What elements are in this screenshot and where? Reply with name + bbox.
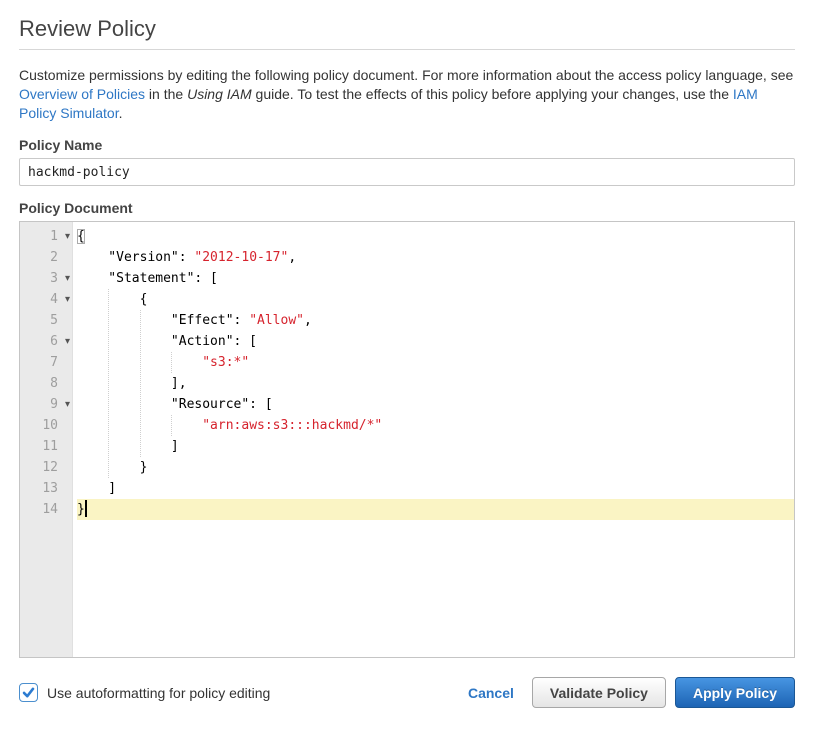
intro-text: Customize permissions by editing the fol… (19, 66, 795, 123)
fold-arrow-icon[interactable]: ▾ (65, 289, 70, 310)
editor-code-area[interactable]: { "Version": "2012-10-17", "Statement": … (73, 222, 794, 657)
policy-document-editor[interactable]: 1▾23▾4▾56▾789▾1011121314 { "Version": "2… (19, 221, 795, 658)
footer-bar: Use autoformatting for policy editing Ca… (19, 677, 795, 708)
code-line: "Effect": "Allow", (77, 310, 794, 331)
code-line: "Statement": [ (77, 268, 794, 289)
line-number: 14 (42, 502, 58, 517)
line-number: 5 (50, 313, 58, 328)
json-string-value: "arn:aws:s3:::hackmd/*" (202, 418, 382, 433)
fold-arrow-icon[interactable]: ▾ (65, 394, 70, 415)
code-line: { (77, 289, 794, 310)
action-buttons: Cancel Validate Policy Apply Policy (468, 677, 795, 708)
json-text (77, 418, 202, 433)
gutter-line-number: 13 (20, 478, 72, 499)
json-text: ] (77, 439, 179, 454)
json-string-value: "Allow" (249, 313, 304, 328)
editor-gutter: 1▾23▾4▾56▾789▾1011121314 (20, 222, 73, 657)
checkmark-icon (22, 686, 35, 699)
json-string-value: "s3:*" (202, 355, 249, 370)
validate-policy-button[interactable]: Validate Policy (532, 677, 666, 708)
overview-of-policies-link[interactable]: Overview of Policies (19, 86, 145, 102)
gutter-line-number: 7 (20, 352, 72, 373)
code-line: "Action": [ (77, 331, 794, 352)
code-line: ] (77, 478, 794, 499)
gutter-line-number: 8 (20, 373, 72, 394)
json-text: , (288, 250, 296, 265)
gutter-line-number: 4▾ (20, 289, 72, 310)
autoformat-checkbox[interactable] (19, 683, 38, 702)
gutter-line-number: 11 (20, 436, 72, 457)
policy-document-label: Policy Document (19, 200, 795, 216)
json-text: } (77, 460, 147, 475)
autoformat-option[interactable]: Use autoformatting for policy editing (19, 683, 270, 702)
gutter-line-number: 14 (20, 499, 72, 520)
code-line: "Resource": [ (77, 394, 794, 415)
code-line: } (77, 499, 794, 520)
line-number: 10 (42, 418, 58, 433)
gutter-line-number: 6▾ (20, 331, 72, 352)
code-line: ], (77, 373, 794, 394)
json-text: ] (77, 481, 116, 496)
policy-name-input[interactable] (19, 158, 795, 186)
json-text: } (77, 502, 85, 517)
intro-segment: Customize permissions by editing the fol… (19, 67, 793, 83)
gutter-line-number: 9▾ (20, 394, 72, 415)
json-text: { (77, 292, 147, 307)
gutter-line-number: 2 (20, 247, 72, 268)
code-line: ] (77, 436, 794, 457)
line-number: 7 (50, 355, 58, 370)
line-number: 12 (42, 460, 58, 475)
line-number: 2 (50, 250, 58, 265)
fold-arrow-icon[interactable]: ▾ (65, 226, 70, 247)
title-divider (19, 49, 795, 50)
gutter-line-number: 5 (20, 310, 72, 331)
intro-segment: guide. To test the effects of this polic… (252, 86, 733, 102)
code-line: "arn:aws:s3:::hackmd/*" (77, 415, 794, 436)
json-string-value: "2012-10-17" (194, 250, 288, 265)
json-text: "Action": [ (77, 334, 257, 349)
gutter-line-number: 12 (20, 457, 72, 478)
line-number: 11 (42, 439, 58, 454)
code-line: "Version": "2012-10-17", (77, 247, 794, 268)
fold-arrow-icon[interactable]: ▾ (65, 331, 70, 352)
line-number: 1 (50, 229, 58, 244)
fold-arrow-icon[interactable]: ▾ (65, 268, 70, 289)
gutter-line-number: 1▾ (20, 226, 72, 247)
code-line: { (77, 226, 794, 247)
page-title: Review Policy (19, 16, 795, 42)
json-text: ], (77, 376, 187, 391)
review-policy-page: Review Policy Customize permissions by e… (19, 16, 795, 708)
text-cursor (85, 500, 87, 517)
line-number: 9 (50, 397, 58, 412)
json-text: "Resource": [ (77, 397, 273, 412)
line-number: 13 (42, 481, 58, 496)
using-iam-guide-name: Using IAM (187, 86, 252, 102)
apply-policy-button[interactable]: Apply Policy (675, 677, 795, 708)
json-text (77, 355, 202, 370)
policy-name-label: Policy Name (19, 137, 795, 153)
intro-segment: in the (145, 86, 187, 102)
gutter-line-number: 10 (20, 415, 72, 436)
gutter-line-number: 3▾ (20, 268, 72, 289)
cancel-link[interactable]: Cancel (468, 685, 514, 701)
code-line: "s3:*" (77, 352, 794, 373)
line-number: 4 (50, 292, 58, 307)
json-text: , (304, 313, 312, 328)
code-line: } (77, 457, 794, 478)
json-text: "Statement": [ (77, 271, 218, 286)
json-text: "Version": (77, 250, 194, 265)
line-number: 8 (50, 376, 58, 391)
json-text: "Effect": (77, 313, 249, 328)
autoformat-label: Use autoformatting for policy editing (47, 685, 270, 701)
line-number: 3 (50, 271, 58, 286)
line-number: 6 (50, 334, 58, 349)
json-text: { (77, 229, 85, 244)
intro-segment: . (119, 105, 123, 121)
